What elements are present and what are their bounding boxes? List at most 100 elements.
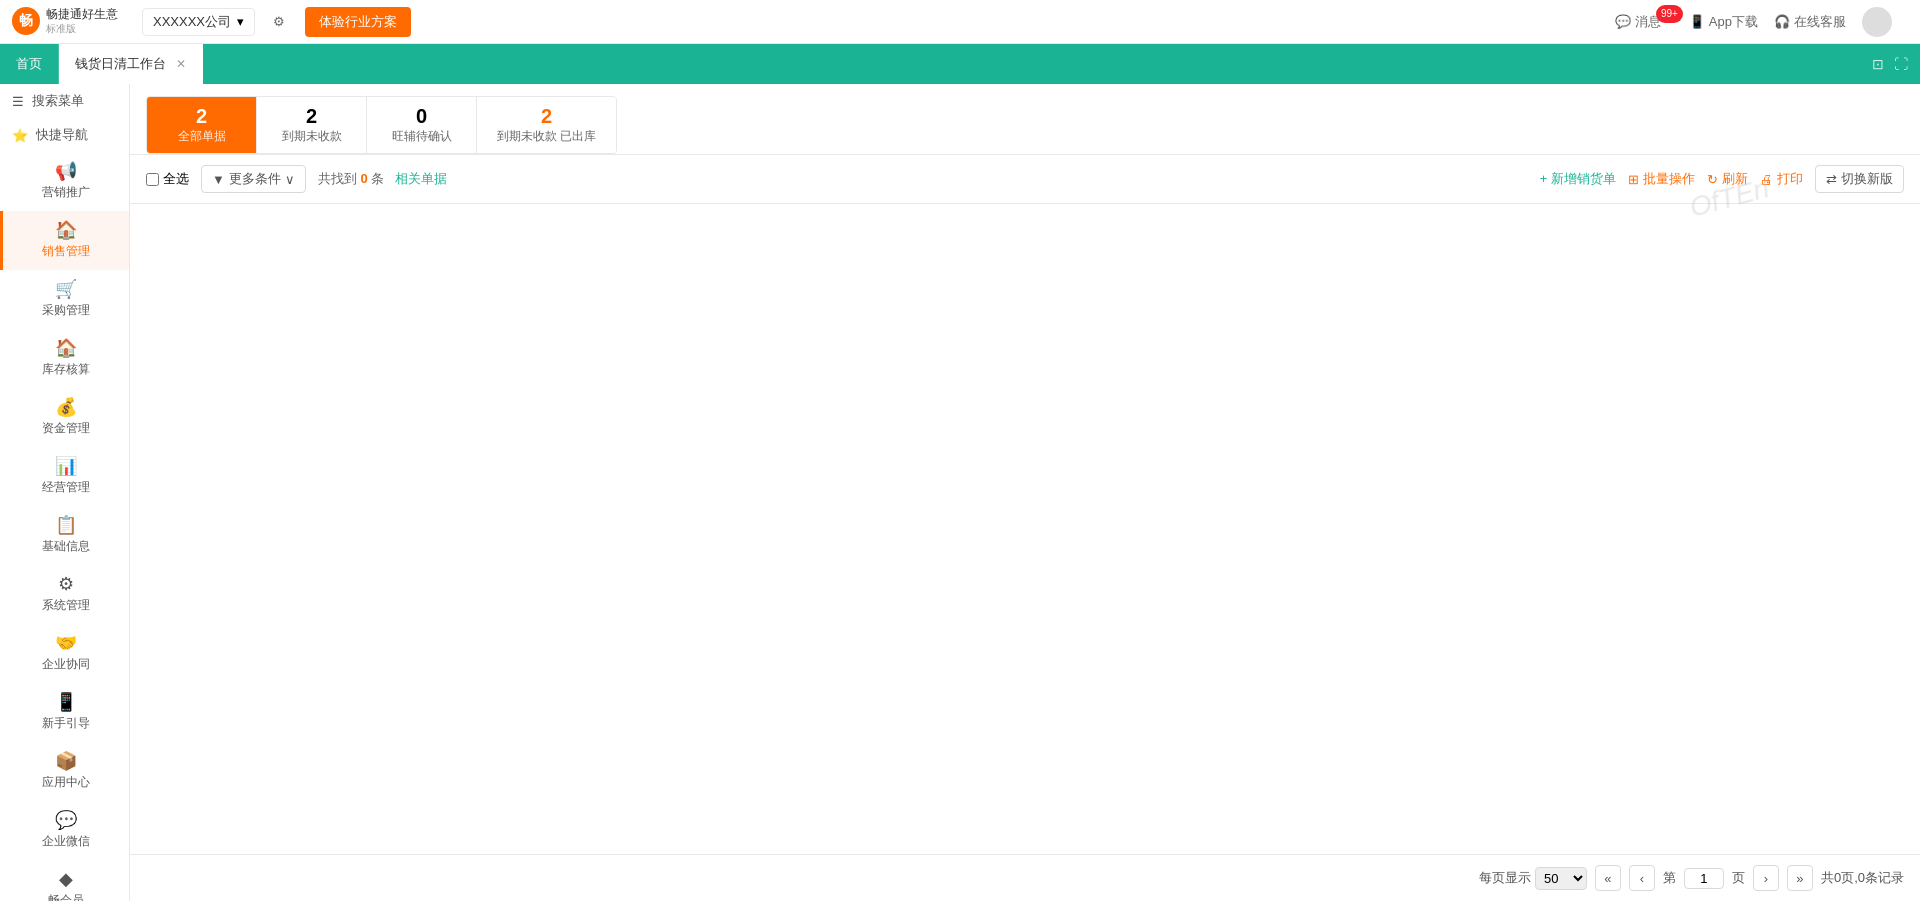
stat-count-all: 2 [167,105,236,128]
related-orders-link[interactable]: 相关单据 [395,171,447,186]
sidebar-item-search-menu[interactable]: ☰ 搜索菜单 [0,84,129,118]
sidebar-item-member[interactable]: ◆ 畅会员 [0,860,129,901]
page-next-button[interactable]: › [1753,865,1779,891]
found-number: 0 [361,171,368,186]
sidebar-item-cooperation[interactable]: 🤝 企业协同 [0,624,129,683]
app-center-icon: 📦 [55,752,77,770]
refresh-icon: ↻ [1707,172,1718,187]
stat-label-wangwang: 旺辅待确认 [392,129,452,143]
company-name: XXXXXX公司 [153,13,231,31]
headset-icon: 🎧 [1774,14,1790,29]
system-label: 系统管理 [42,597,90,614]
page-prev-button[interactable]: ‹ [1629,865,1655,891]
sidebar-item-app-center[interactable]: 📦 应用中心 [0,742,129,801]
sidebar-item-operations[interactable]: 📊 经营管理 [0,447,129,506]
filter-icon: ▼ [212,172,225,187]
print-button[interactable]: 🖨 打印 [1760,170,1803,188]
logo-title: 畅捷通好生意 [46,7,118,21]
select-all-checkbox[interactable]: 全选 [146,170,189,188]
finance-label: 资金管理 [42,420,90,437]
pagination: 每页显示 50 10 20 100 « ‹ 第 页 › » 共0页,0条记录 [130,854,1920,901]
sidebar-item-quick-nav[interactable]: ⭐ 快捷导航 [0,118,129,152]
page-first-button[interactable]: « [1595,865,1621,891]
online-service-label: 在线客服 [1794,13,1846,31]
sales-icon: 🏠 [55,221,77,239]
inventory-label: 库存核算 [42,361,90,378]
sidebar-item-guide[interactable]: 📱 新手引导 [0,683,129,742]
found-count-text: 共找到 0 条 相关单据 [318,170,447,188]
bell-icon: 💬 [1615,14,1631,29]
switch-version-button[interactable]: ⇄ 切换新版 [1815,165,1904,193]
toolbar-right: + 新增销货单 ⊞ 批量操作 ↻ 刷新 🖨 打印 ⇄ 切换新版 [1540,165,1904,193]
basic-info-label: 基础信息 [42,538,90,555]
table-area [130,204,1920,854]
online-service-button[interactable]: 🎧 在线客服 [1774,13,1846,31]
logo-icon: 畅 [12,7,40,35]
user-avatar[interactable] [1862,7,1892,37]
sidebar-item-sales[interactable]: 🏠 销售管理 [0,211,129,270]
filter-button[interactable]: ▼ 更多条件 ∨ [201,165,306,193]
member-icon: ◆ [59,870,73,888]
gear-icon: ⚙ [273,14,285,29]
search-menu-label: 搜索菜单 [32,92,84,110]
marketing-label: 营销推广 [42,184,90,201]
company-selector[interactable]: XXXXXX公司 ▾ [142,8,255,36]
app-download-label: App下载 [1709,13,1758,31]
settings-button[interactable]: ⚙ [263,6,295,38]
stat-tab-overdue-unpaid[interactable]: 2 到期未收款 [257,97,367,153]
refresh-button[interactable]: ↻ 刷新 [1707,170,1748,188]
stat-tab-wangwang[interactable]: 0 旺辅待确认 [367,97,477,153]
sidebar-item-basic-info[interactable]: 📋 基础信息 [0,506,129,565]
notification-badge: 99+ [1656,5,1683,23]
purchase-icon: 🛒 [55,280,77,298]
batch-icon: ⊞ [1628,172,1639,187]
marketing-icon: 📢 [55,162,77,180]
tab-home[interactable]: 首页 [0,44,59,84]
logo-badge: 标准版 [46,22,118,36]
guide-icon: 📱 [55,693,77,711]
sidebar-item-system[interactable]: ⚙ 系统管理 [0,565,129,624]
content-area: 2 全部单据 2 到期未收款 0 旺辅待确认 2 到期未收款 已出库 [130,84,1920,901]
batch-operation-button[interactable]: ⊞ 批量操作 [1628,170,1695,188]
page-size-select[interactable]: 50 10 20 100 [1535,867,1587,890]
notification-button[interactable]: 💬 消息 99+ [1611,13,1673,31]
filter-chevron-icon: ∨ [285,172,295,187]
refresh-label: 刷新 [1722,170,1748,188]
batch-label: 批量操作 [1643,170,1695,188]
app-center-label: 应用中心 [42,774,90,791]
logo-area: 畅 畅捷通好生意 标准版 [12,7,142,35]
add-order-button[interactable]: + 新增销货单 [1540,170,1616,188]
sidebar-item-purchase[interactable]: 🛒 采购管理 [0,270,129,329]
quick-nav-label: 快捷导航 [36,126,88,144]
tab-close-button[interactable]: ✕ [176,57,186,71]
page-total: 共0页,0条记录 [1821,869,1904,887]
tab-workbench[interactable]: 钱货日清工作台 ✕ [59,44,203,84]
page-last-button[interactable]: » [1787,865,1813,891]
wechat-icon: 💬 [55,811,77,829]
star-icon: ⭐ [12,128,28,143]
sidebar: ☰ 搜索菜单 ⭐ 快捷导航 📢 营销推广 🏠 销售管理 🛒 采购管理 🏠 库存核… [0,84,130,901]
sidebar-item-inventory[interactable]: 🏠 库存核算 [0,329,129,388]
main-layout: ☰ 搜索菜单 ⭐ 快捷导航 📢 营销推广 🏠 销售管理 🛒 采购管理 🏠 库存核… [0,84,1920,901]
tab-maximize-button[interactable]: ⛶ [1894,56,1908,72]
stat-label-overdue-unpaid: 到期未收款 [282,129,342,143]
operations-label: 经营管理 [42,479,90,496]
app-download-button[interactable]: 📱 App下载 [1689,13,1758,31]
system-icon: ⚙ [58,575,74,593]
sidebar-item-marketing[interactable]: 📢 营销推广 [0,152,129,211]
sidebar-item-enterprise-wechat[interactable]: 💬 企业微信 [0,801,129,860]
select-all-input[interactable] [146,173,159,186]
search-menu-icon: ☰ [12,94,24,109]
stat-tab-overdue-undelivered[interactable]: 2 到期未收款 已出库 [477,97,616,153]
tab-minimize-button[interactable]: ⊡ [1872,56,1884,72]
top-header: 畅 畅捷通好生意 标准版 XXXXXX公司 ▾ ⚙ 体验行业方案 💬 消息 99… [0,0,1920,44]
stat-tab-all[interactable]: 2 全部单据 [147,97,257,153]
experience-button[interactable]: 体验行业方案 [305,7,411,37]
chevron-down-icon: ▾ [237,14,244,29]
member-label: 畅会员 [48,892,84,901]
sidebar-item-finance[interactable]: 💰 资金管理 [0,388,129,447]
tab-bar: 首页 钱货日清工作台 ✕ ⊡ ⛶ [0,44,1920,84]
stat-count-overdue-unpaid: 2 [277,105,346,128]
page-current-input[interactable] [1684,868,1724,889]
stat-label-overdue-undelivered: 到期未收款 已出库 [497,129,596,143]
